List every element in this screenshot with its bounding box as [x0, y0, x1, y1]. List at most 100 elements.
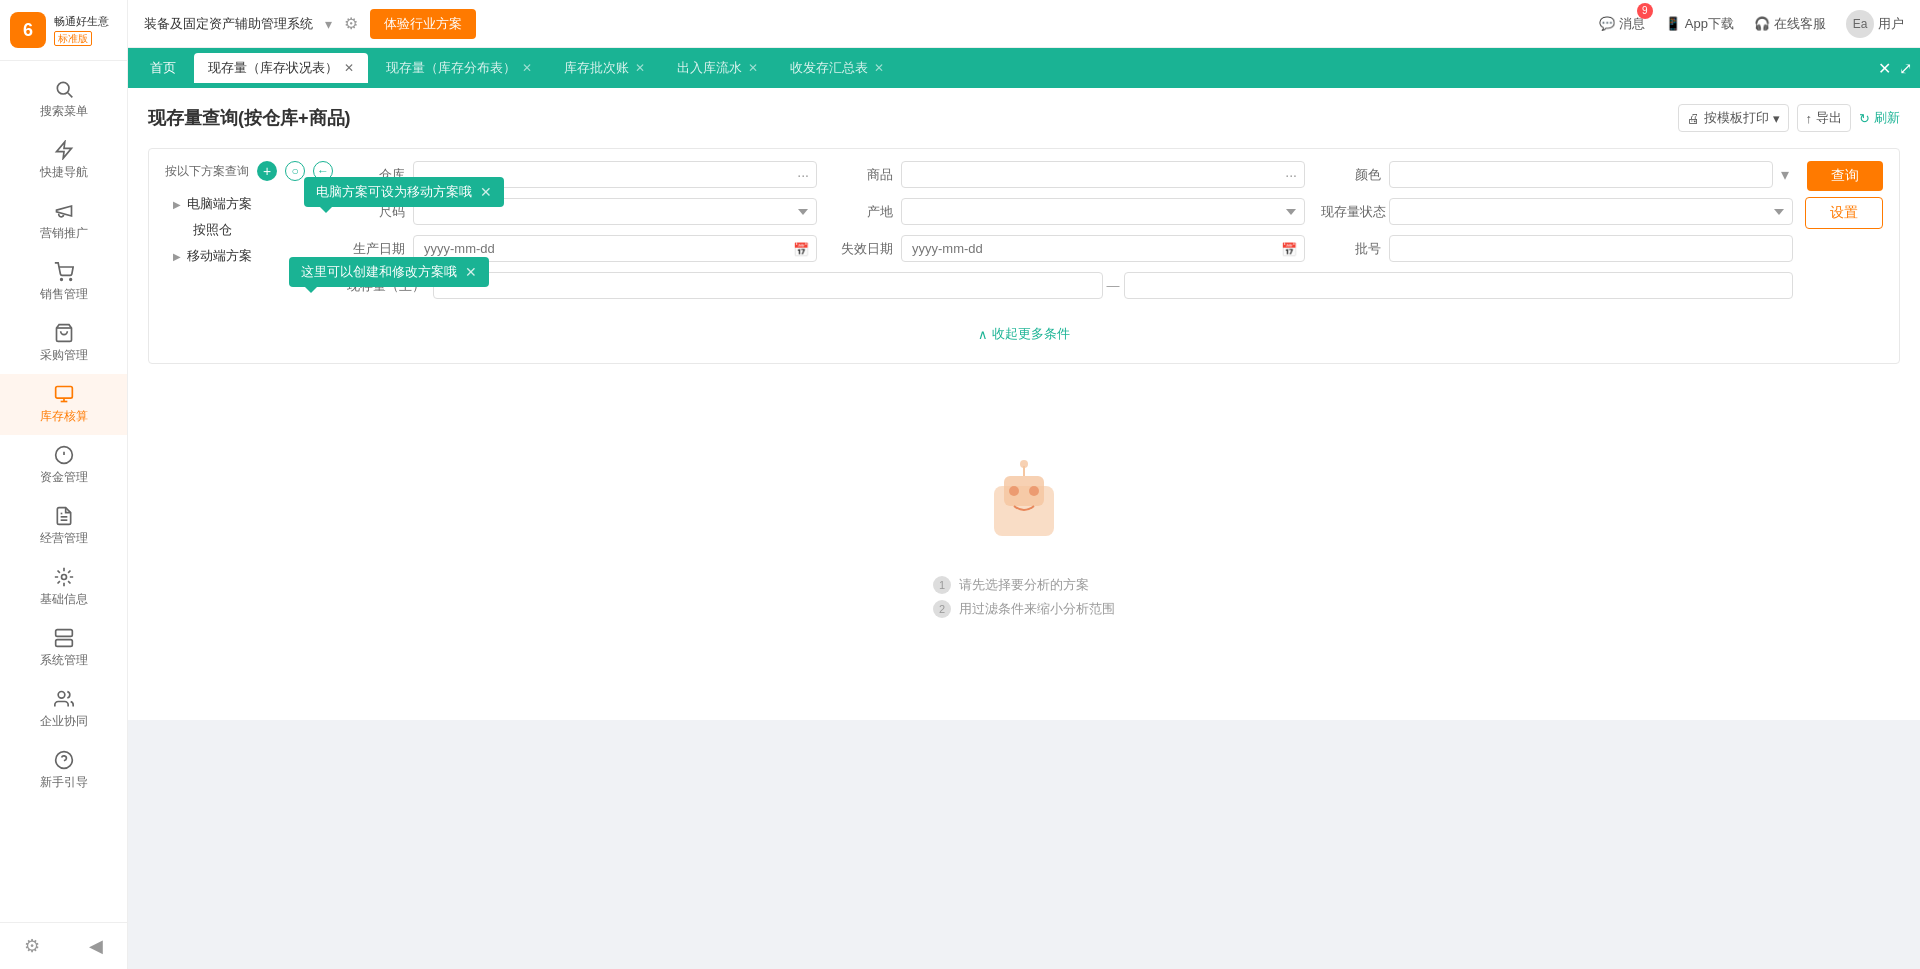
svg-point-4: [69, 279, 71, 281]
sidebar-item-marketing[interactable]: 营销推广: [0, 191, 127, 252]
sidebar-item-sales[interactable]: 销售管理: [0, 252, 127, 313]
sidebar-item-guide[interactable]: 新手引导: [0, 740, 127, 801]
step-2-num: 2: [933, 600, 951, 618]
industry-plan-button[interactable]: 体验行业方案: [370, 9, 476, 39]
tab-close-icon[interactable]: ✕: [748, 61, 758, 75]
tab-inventory-dist[interactable]: 现存量（库存分布表） ✕: [372, 53, 546, 83]
filter-row-1: 仓库 ··· 商品 ···: [345, 161, 1793, 188]
expire-date-calendar-icon[interactable]: 📅: [1281, 241, 1297, 256]
export-icon: ↑: [1806, 111, 1813, 126]
tab-inout-flow[interactable]: 出入库流水 ✕: [663, 53, 772, 83]
user-avatar: Ea: [1846, 10, 1874, 38]
system-icon: [54, 628, 74, 648]
message-button[interactable]: 💬 消息 9: [1599, 15, 1645, 33]
query-button[interactable]: 查询: [1807, 161, 1883, 191]
color-input[interactable]: [1389, 161, 1773, 188]
tab-inventory-status[interactable]: 现存量（库存状况表） ✕: [194, 53, 368, 83]
brand-name: 畅通好生意: [54, 14, 109, 29]
app-download-button[interactable]: 📱 App下载: [1665, 15, 1734, 33]
sidebar-item-label: 基础信息: [40, 591, 88, 608]
filter-field-expire-date: 失效日期 📅: [833, 235, 1305, 262]
sidebar-item-operation[interactable]: 经营管理: [0, 496, 127, 557]
origin-select[interactable]: [901, 198, 1305, 225]
tab-label: 收发存汇总表: [790, 59, 868, 77]
filter-edit-button[interactable]: ○: [285, 161, 305, 181]
topbar: 装备及固定资产辅助管理系统 ▾ ⚙ 体验行业方案 💬 消息 9 📱 App下载 …: [128, 0, 1920, 48]
message-badge: 9: [1637, 3, 1653, 19]
inventory-status-select[interactable]: [1389, 198, 1793, 225]
origin-label: 产地: [833, 203, 893, 221]
svg-point-19: [58, 692, 65, 699]
expire-date-input[interactable]: [901, 235, 1305, 262]
sidebar-item-finance[interactable]: 资金管理: [0, 435, 127, 496]
enterprise-icon: [54, 689, 74, 709]
tab-batch-ledger[interactable]: 库存批次账 ✕: [550, 53, 659, 83]
edit-tooltip-close-icon[interactable]: ✕: [465, 264, 477, 280]
warehouse-dots-icon[interactable]: ···: [797, 167, 809, 183]
tab-close-icon[interactable]: ✕: [874, 61, 884, 75]
filter-add-button[interactable]: +: [257, 161, 277, 181]
color-dropdown-button[interactable]: ▾: [1777, 165, 1793, 184]
topbar-gear-icon[interactable]: ⚙: [344, 14, 358, 33]
sidebar-item-system[interactable]: 系统管理: [0, 618, 127, 679]
sidebar-item-purchase[interactable]: 采购管理: [0, 313, 127, 374]
guide-icon: [54, 750, 74, 770]
collapse-row[interactable]: ∧ 收起更多条件: [165, 317, 1883, 351]
export-button[interactable]: ↑ 导出: [1797, 104, 1852, 132]
filter-field-batch: 批号: [1321, 235, 1793, 262]
tab-close-icon[interactable]: ✕: [635, 61, 645, 75]
tab-label: 出入库流水: [677, 59, 742, 77]
edit-tooltip-arrow: [305, 287, 317, 293]
quantity-max-input[interactable]: [1124, 272, 1794, 299]
expire-date-label: 失效日期: [833, 240, 893, 258]
svg-point-14: [61, 575, 66, 580]
empty-step-2: 2 用过滤条件来缩小分析范围: [933, 600, 1115, 618]
sidebar: 6 畅通好生意 标准版 搜索菜单 快捷导航 营销推广 销售管理 采购管理: [0, 0, 128, 969]
cart-icon: [54, 262, 74, 282]
tooltip-close-icon[interactable]: ✕: [480, 184, 492, 200]
scheme-panel: 按以下方案查询 + ○ ←: [165, 161, 333, 269]
tab-collection-summary[interactable]: 收发存汇总表 ✕: [776, 53, 898, 83]
sidebar-item-inventory[interactable]: 库存核算: [0, 374, 127, 435]
sidebar-item-search[interactable]: 搜索菜单: [0, 69, 127, 130]
refresh-button[interactable]: ↻ 刷新: [1859, 109, 1900, 127]
quantity-sep: —: [1107, 278, 1120, 293]
print-template-button[interactable]: 🖨 按模板打印 ▾: [1678, 104, 1789, 132]
logo-text-wrap: 畅通好生意 标准版: [54, 14, 109, 45]
print-icon: 🖨: [1687, 111, 1700, 126]
user-profile[interactable]: Ea 用户: [1846, 10, 1904, 38]
filter-fields-panel: 仓库 ··· 商品 ···: [345, 161, 1793, 309]
quantity-min-input[interactable]: [433, 272, 1103, 299]
sidebar-item-label: 营销推广: [40, 225, 88, 242]
filter-field-goods: 商品 ···: [833, 161, 1305, 188]
topbar-dropdown-arrow[interactable]: ▾: [325, 16, 332, 32]
prod-date-calendar-icon[interactable]: 📅: [793, 241, 809, 256]
goods-dots-icon[interactable]: ···: [1285, 167, 1297, 183]
tabbar: 首页 现存量（库存状况表） ✕ 现存量（库存分布表） ✕ 库存批次账 ✕ 出入库…: [128, 48, 1920, 88]
tab-home[interactable]: 首页: [136, 53, 190, 83]
sidebar-item-basic[interactable]: 基础信息: [0, 557, 127, 618]
scheme-arrow: ▶: [173, 251, 181, 262]
tab-close-all-icon[interactable]: ✕: [1878, 59, 1891, 78]
online-service-button[interactable]: 🎧 在线客服: [1754, 15, 1826, 33]
settings-icon[interactable]: ⚙: [24, 935, 40, 957]
phone-icon: 📱: [1665, 16, 1681, 31]
sidebar-item-quick-nav[interactable]: 快捷导航: [0, 130, 127, 191]
reset-button[interactable]: 设置: [1805, 197, 1883, 229]
collapse-sidebar-icon[interactable]: ◀: [89, 935, 103, 957]
batch-input[interactable]: [1389, 235, 1793, 262]
page-actions: 🖨 按模板打印 ▾ ↑ 导出 ↻ 刷新: [1678, 104, 1901, 132]
tab-close-icon[interactable]: ✕: [344, 61, 354, 75]
user-name: 用户: [1878, 15, 1904, 33]
goods-input[interactable]: [901, 161, 1305, 188]
mobile-scheme-label: 移动端方案: [187, 247, 252, 265]
filter-field-color: 颜色 ▾: [1321, 161, 1793, 188]
scheme-item-warehouse[interactable]: 按照仓: [193, 217, 333, 243]
tab-expand-icon[interactable]: ⤢: [1899, 59, 1912, 78]
filter-top-row: 按以下方案查询 + ○ ←: [165, 161, 1883, 309]
refresh-icon: ↻: [1859, 111, 1870, 126]
svg-rect-6: [55, 387, 72, 399]
tab-close-icon[interactable]: ✕: [522, 61, 532, 75]
desktop-scheme-items: 按照仓: [173, 217, 333, 243]
sidebar-item-enterprise[interactable]: 企业协同: [0, 679, 127, 740]
